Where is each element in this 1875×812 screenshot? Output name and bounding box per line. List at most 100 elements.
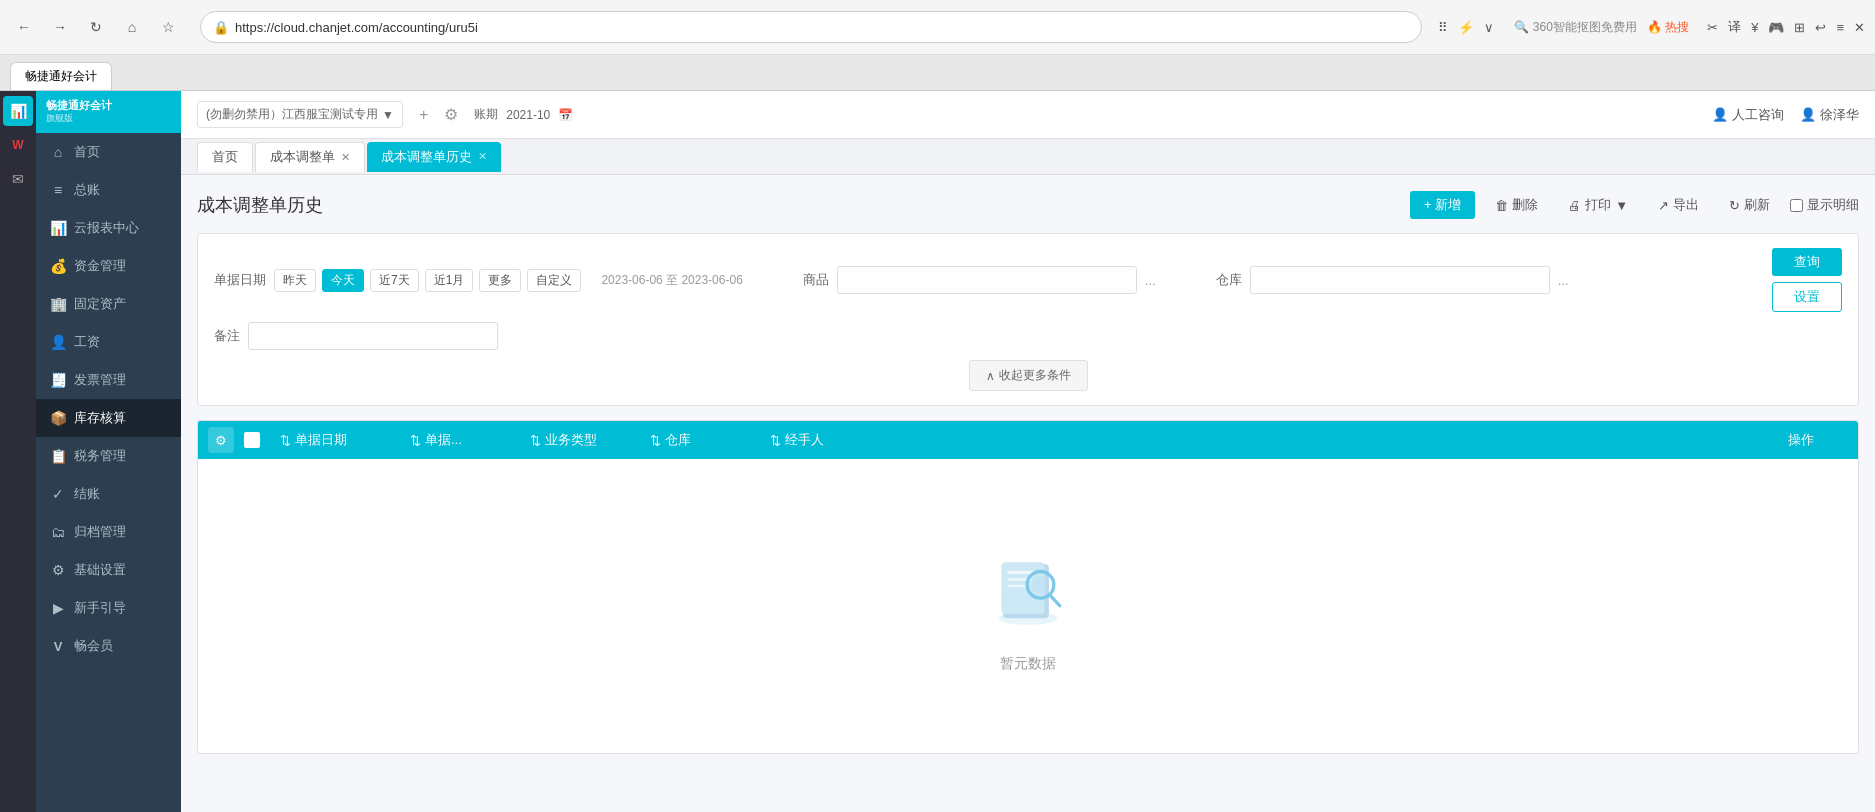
calendar-icon: 📅 <box>558 108 573 122</box>
icon-rail-app[interactable]: 📊 <box>3 96 33 126</box>
back-button[interactable]: ← <box>10 13 38 41</box>
delete-button[interactable]: 🗑 删除 <box>1485 191 1548 219</box>
salary-icon: 👤 <box>50 334 66 350</box>
add-company-icon[interactable]: + <box>419 106 428 124</box>
scissors-icon[interactable]: ✂ <box>1707 20 1718 35</box>
th-num[interactable]: ⇅ 单据... <box>400 431 520 449</box>
wallet-icon[interactable]: ¥ <box>1751 20 1758 35</box>
th-type[interactable]: ⇅ 业务类型 <box>520 431 640 449</box>
th-warehouse-label: 仓库 <box>665 431 691 449</box>
date-btn-custom[interactable]: 自定义 <box>527 269 581 292</box>
table-gear-button[interactable]: ⚙ <box>208 427 234 453</box>
sidebar-item-reports[interactable]: 📊 云报表中心 <box>36 209 181 247</box>
username-btn[interactable]: 👤 徐泽华 <box>1800 106 1859 124</box>
browser-ext1[interactable]: ⚡ <box>1458 20 1474 35</box>
filter-remark-input[interactable] <box>248 322 498 350</box>
sidebar-logo: 畅捷通好会计 旗舰版 <box>46 99 112 125</box>
sidebar-item-inventory[interactable]: 📦 库存核算 <box>36 399 181 437</box>
new-button[interactable]: + 新增 <box>1410 191 1475 219</box>
filter-settings-button[interactable]: 设置 <box>1772 282 1842 312</box>
grid-icon[interactable]: ⊞ <box>1794 20 1805 35</box>
user-service-icon: 👤 <box>1712 107 1728 122</box>
date-btn-7days[interactable]: 近7天 <box>370 269 419 292</box>
funds-icon: 💰 <box>50 258 66 274</box>
sidebar-item-home-label: 首页 <box>74 143 100 161</box>
sidebar-item-archive[interactable]: 🗂 归档管理 <box>36 513 181 551</box>
sidebar-item-guide[interactable]: ▶ 新手引导 <box>36 589 181 627</box>
th-date[interactable]: ⇅ 单据日期 <box>270 431 400 449</box>
app-icon: 📊 <box>10 103 27 119</box>
date-btn-1month[interactable]: 近1月 <box>425 269 474 292</box>
sidebar-item-salary[interactable]: 👤 工资 <box>36 323 181 361</box>
member-icon: V <box>50 639 66 654</box>
user-service-btn[interactable]: 👤 人工咨询 <box>1712 106 1784 124</box>
sidebar-item-settings[interactable]: ⚙ 基础设置 <box>36 551 181 589</box>
print-dropdown-icon: ▼ <box>1615 198 1628 213</box>
tab-cost-adjust-history-close[interactable]: ✕ <box>478 150 487 163</box>
export-button[interactable]: ↗ 导出 <box>1648 191 1709 219</box>
show-detail-checkbox[interactable] <box>1790 199 1803 212</box>
filter-goods-more[interactable]: ... <box>1145 273 1156 288</box>
tab-cost-adjust-close[interactable]: ✕ <box>341 151 350 164</box>
more-icon[interactable]: ≡ <box>1836 20 1844 35</box>
sidebar-item-funds[interactable]: 💰 资金管理 <box>36 247 181 285</box>
th-warehouse[interactable]: ⇅ 仓库 <box>640 431 760 449</box>
home-button[interactable]: ⌂ <box>118 13 146 41</box>
game-icon[interactable]: 🎮 <box>1768 20 1784 35</box>
empty-text: 暂元数据 <box>1000 655 1056 673</box>
filter-remark-label: 备注 <box>214 327 240 345</box>
table-select-all[interactable] <box>244 432 260 448</box>
tab-cost-adjust[interactable]: 成本调整单 ✕ <box>255 142 365 172</box>
settings-gear-icon[interactable]: ⚙ <box>444 105 458 124</box>
sort-icon-handler: ⇅ <box>770 433 781 448</box>
filter-goods-input[interactable] <box>837 266 1137 294</box>
undo-icon[interactable]: ↩ <box>1815 20 1826 35</box>
date-btn-today[interactable]: 今天 <box>322 269 364 292</box>
close-browser-icon[interactable]: ✕ <box>1854 20 1865 35</box>
sidebar-item-archive-label: 归档管理 <box>74 523 126 541</box>
date-btn-more[interactable]: 更多 <box>479 269 521 292</box>
msg-icon: ✉ <box>12 171 24 187</box>
address-bar[interactable]: 🔒 https://cloud.chanjet.com/accounting/u… <box>200 11 1422 43</box>
ledger-icon: ≡ <box>50 182 66 198</box>
company-selector[interactable]: (勿删勿禁用）江西服宝测试专用 ▼ <box>197 101 403 128</box>
tab-home[interactable]: 首页 <box>197 142 253 172</box>
sidebar-item-home[interactable]: ⌂ 首页 <box>36 133 181 171</box>
refresh-button[interactable]: ↻ <box>82 13 110 41</box>
refresh-button[interactable]: ↻ 刷新 <box>1719 191 1780 219</box>
sort-icon-type: ⇅ <box>530 433 541 448</box>
sidebar-item-guide-label: 新手引导 <box>74 599 126 617</box>
sidebar-item-ledger[interactable]: ≡ 总账 <box>36 171 181 209</box>
th-handler[interactable]: ⇅ 经手人 <box>760 431 880 449</box>
star-button[interactable]: ☆ <box>154 13 182 41</box>
icon-rail-msg[interactable]: ✉ <box>3 164 33 194</box>
browser-menu-icon[interactable]: ⠿ <box>1438 20 1448 35</box>
username-label: 徐泽华 <box>1820 106 1859 124</box>
delete-label: 删除 <box>1512 196 1538 214</box>
browser-ext2[interactable]: ∨ <box>1484 20 1494 35</box>
filter-date-label: 单据日期 <box>214 271 266 289</box>
sort-icon-warehouse: ⇅ <box>650 433 661 448</box>
home-icon: ⌂ <box>50 144 66 160</box>
query-button[interactable]: 查询 <box>1772 248 1842 276</box>
sidebar-item-tax[interactable]: 📋 税务管理 <box>36 437 181 475</box>
period-label: 账期 <box>474 106 498 123</box>
sidebar-item-invoice[interactable]: 🧾 发票管理 <box>36 361 181 399</box>
forward-button[interactable]: → <box>46 13 74 41</box>
collapse-button[interactable]: ∧ 收起更多条件 <box>969 360 1088 391</box>
sidebar-item-fixed-assets[interactable]: 🏢 固定资产 <box>36 285 181 323</box>
filter-goods-item: 商品 ... <box>803 266 1156 294</box>
period-selector[interactable]: 账期 2021-10 📅 <box>474 106 573 123</box>
filter-warehouse-input[interactable] <box>1250 266 1550 294</box>
translate-icon[interactable]: 译 <box>1728 18 1741 36</box>
content-area: 成本调整单历史 + 新增 🗑 删除 🖨 打印 ▼ ↗ 导出 <box>181 175 1875 812</box>
icon-rail-weibo[interactable]: W <box>3 130 33 160</box>
sidebar-item-closing[interactable]: ✓ 结账 <box>36 475 181 513</box>
filter-warehouse-more[interactable]: ... <box>1558 273 1569 288</box>
settings-icon: ⚙ <box>50 562 66 578</box>
browser-tab[interactable]: 畅捷通好会计 <box>10 62 112 90</box>
date-btn-yesterday[interactable]: 昨天 <box>274 269 316 292</box>
tab-cost-adjust-history[interactable]: 成本调整单历史 ✕ <box>367 142 501 172</box>
sidebar-item-member[interactable]: V 畅会员 <box>36 627 181 665</box>
print-button[interactable]: 🖨 打印 ▼ <box>1558 191 1638 219</box>
